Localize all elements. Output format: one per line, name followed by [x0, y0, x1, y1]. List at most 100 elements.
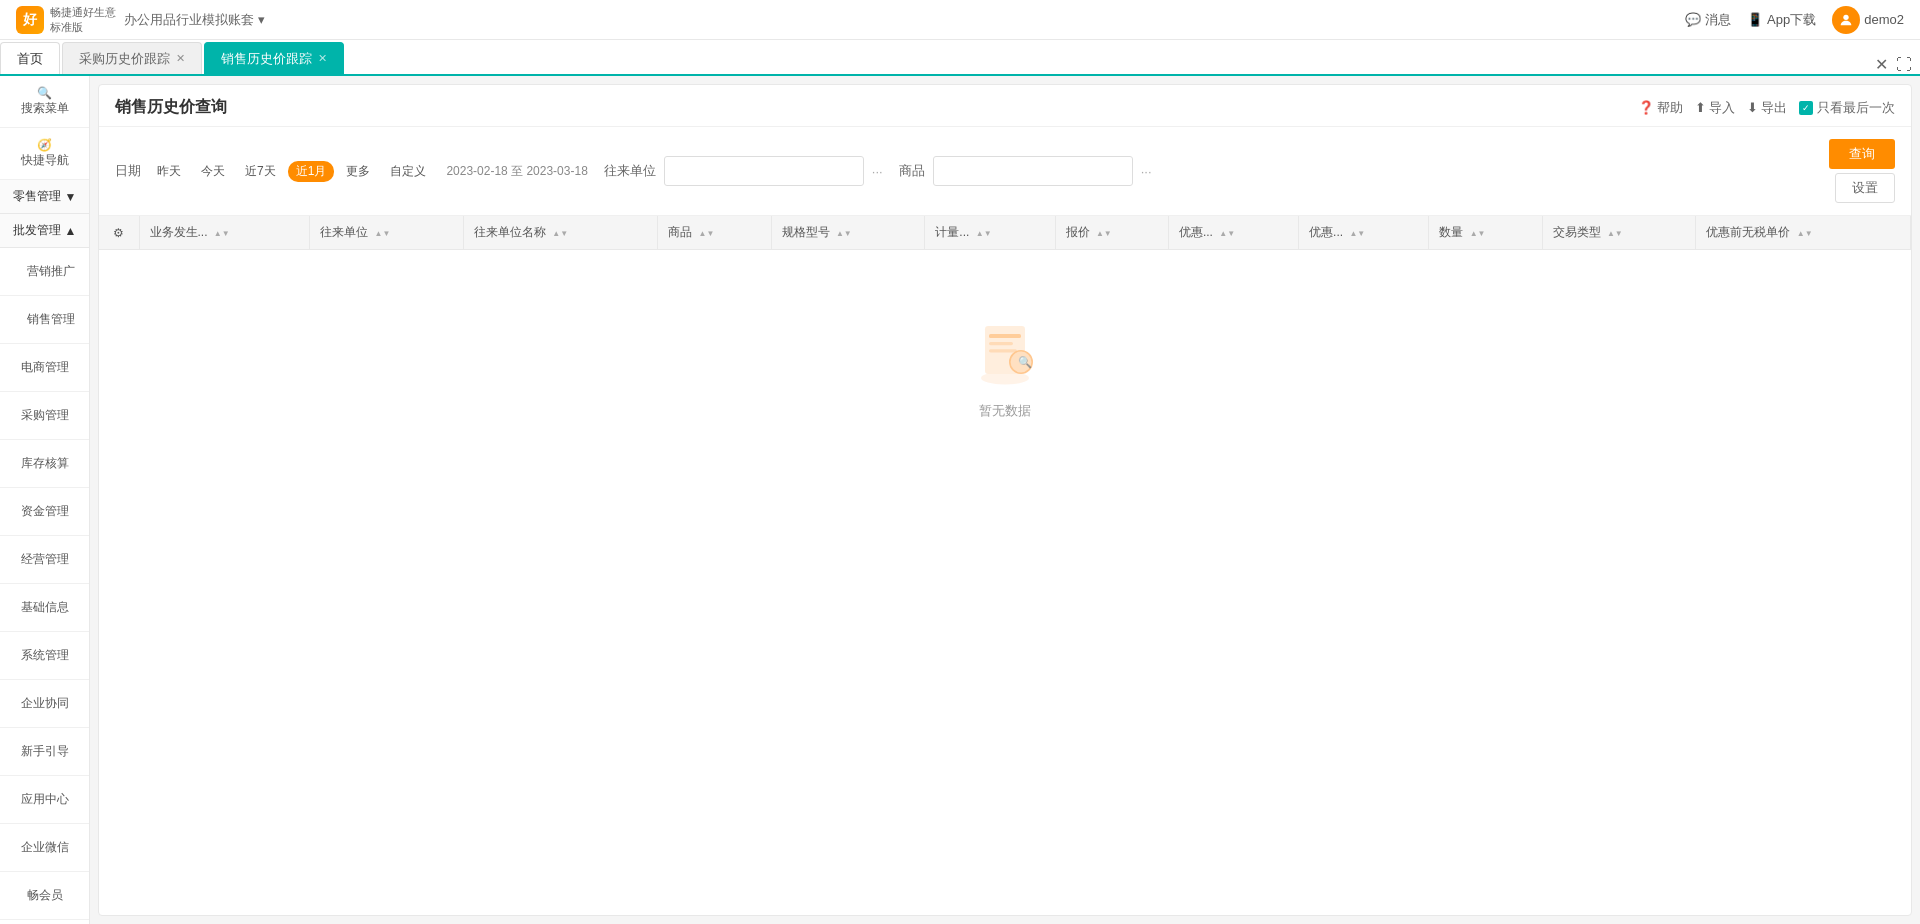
sidebar-item-finance[interactable]: 资金管理	[0, 488, 89, 536]
product-dots[interactable]: ···	[1141, 164, 1152, 179]
svg-point-0	[1844, 14, 1849, 19]
checkbox-icon: ✓	[1799, 101, 1813, 115]
date-option-today[interactable]: 今天	[193, 161, 233, 182]
tab-purchase-close[interactable]: ✕	[176, 52, 185, 65]
sidebar-item-enterprise[interactable]: 企业协同	[0, 680, 89, 728]
sidebar-item-sales-mgmt[interactable]: 销售管理	[0, 296, 89, 344]
sidebar-item-guide[interactable]: 新手引导	[0, 728, 89, 776]
sort-icon: ▲▼	[699, 229, 715, 238]
sidebar-item-inventory[interactable]: 库存核算	[0, 440, 89, 488]
th-product[interactable]: 商品 ▲▼	[658, 216, 771, 250]
th-unit[interactable]: 计量... ▲▼	[925, 216, 1055, 250]
import-action[interactable]: ⬆ 导入	[1695, 99, 1735, 117]
sort-icon: ▲▼	[214, 229, 230, 238]
export-action[interactable]: ⬇ 导出	[1747, 99, 1787, 117]
date-option-more[interactable]: 更多	[338, 161, 378, 182]
tab-bar: 首页 采购历史价跟踪 ✕ 销售历史价跟踪 ✕ ✕ ⛶	[0, 40, 1920, 76]
chevron-down-icon: ▾	[258, 12, 265, 27]
sidebar-item-quick[interactable]: 🧭 快捷导航	[0, 128, 89, 180]
product-input[interactable]	[933, 156, 1133, 186]
page-title: 销售历史价查询	[115, 97, 227, 118]
partner-dots[interactable]: ···	[872, 164, 883, 179]
sort-icon: ▲▼	[836, 229, 852, 238]
content-area: 销售历史价查询 ❓ 帮助 ⬆ 导入 ⬇ 导出 ✓	[90, 76, 1920, 924]
import-icon: ⬆	[1695, 100, 1706, 115]
sidebar-item-ecommerce[interactable]: 电商管理	[0, 344, 89, 392]
th-biz-date[interactable]: 业务发生... ▲▼	[139, 216, 310, 250]
sidebar-item-system[interactable]: 系统管理	[0, 632, 89, 680]
date-options: 昨天 今天 近7天 近1月 更多 自定义	[149, 161, 434, 182]
query-button[interactable]: 查询	[1829, 139, 1895, 169]
page-container: 销售历史价查询 ❓ 帮助 ⬆ 导入 ⬇ 导出 ✓	[98, 84, 1912, 916]
account-selector[interactable]: 办公用品行业模拟账套 ▾	[124, 11, 265, 29]
gear-icon[interactable]: ⚙	[113, 226, 124, 240]
svg-rect-3	[989, 334, 1021, 338]
close-window-icon[interactable]: ✕	[1875, 55, 1888, 74]
th-discount2[interactable]: 优惠... ▲▼	[1299, 216, 1429, 250]
th-partner-name[interactable]: 往来单位名称 ▲▼	[463, 216, 657, 250]
sidebar-item-search[interactable]: 🔍 搜索菜单	[0, 76, 89, 128]
sidebar-item-wechat[interactable]: 企业微信	[0, 824, 89, 872]
partner-label: 往来单位	[604, 162, 656, 180]
empty-state: 🔍 暂无数据	[99, 250, 1911, 480]
date-option-7days[interactable]: 近7天	[237, 161, 284, 182]
filter-right-actions: 查询 设置	[1829, 139, 1895, 203]
sort-icon: ▲▼	[1349, 229, 1365, 238]
user-profile-action[interactable]: demo2	[1832, 6, 1904, 34]
setting-button[interactable]: 设置	[1835, 173, 1895, 203]
search-icon: 🔍	[37, 86, 52, 100]
product-label: 商品	[899, 162, 925, 180]
sidebar: 🔍 搜索菜单 🧭 快捷导航 零售管理 ▼ 批发管理 ▲ 营销推广 销售管理 电商…	[0, 76, 90, 924]
message-icon: 💬	[1685, 12, 1701, 27]
sidebar-item-retail[interactable]: 零售管理 ▼	[0, 180, 89, 214]
product-filter-group: 商品 ···	[899, 156, 1152, 186]
sidebar-item-operations[interactable]: 经营管理	[0, 536, 89, 584]
tab-sales[interactable]: 销售历史价跟踪 ✕	[204, 42, 344, 74]
sidebar-item-member[interactable]: 畅会员	[0, 872, 89, 920]
message-action[interactable]: 💬 消息	[1685, 11, 1731, 29]
date-option-custom[interactable]: 自定义	[382, 161, 434, 182]
date-filter-group: 日期 昨天 今天 近7天 近1月 更多 自定义 2023-02-18 至 202…	[115, 161, 588, 182]
app-download-action[interactable]: 📱 App下载	[1747, 11, 1816, 29]
th-qty[interactable]: 数量 ▲▼	[1429, 216, 1542, 250]
tab-home[interactable]: 首页	[0, 42, 60, 74]
maximize-icon[interactable]: ⛶	[1896, 56, 1912, 74]
partner-input[interactable]	[664, 156, 864, 186]
sidebar-item-purchase[interactable]: 采购管理	[0, 392, 89, 440]
page-actions: ❓ 帮助 ⬆ 导入 ⬇ 导出 ✓ 只看最后一次	[1638, 99, 1895, 117]
sort-icon: ▲▼	[552, 229, 568, 238]
filter-bar: 日期 昨天 今天 近7天 近1月 更多 自定义 2023-02-18 至 202…	[99, 127, 1911, 216]
help-action[interactable]: ❓ 帮助	[1638, 99, 1683, 117]
sort-icon: ▲▼	[1219, 229, 1235, 238]
sort-icon: ▲▼	[1797, 229, 1813, 238]
header-left: 好 畅捷通好生意 标准版 办公用品行业模拟账套 ▾	[16, 5, 265, 34]
chevron-up-icon: ▲	[65, 224, 77, 238]
sidebar-item-marketing[interactable]: 营销推广	[0, 248, 89, 296]
top-header: 好 畅捷通好生意 标准版 办公用品行业模拟账套 ▾ 💬 消息 📱 App下载 d…	[0, 0, 1920, 40]
th-gear[interactable]: ⚙	[99, 216, 139, 250]
partner-filter-group: 往来单位 ···	[604, 156, 883, 186]
th-partner[interactable]: 往来单位 ▲▼	[310, 216, 464, 250]
tab-bar-actions: ✕ ⛶	[1867, 55, 1920, 74]
th-no-tax-price[interactable]: 优惠前无税单价 ▲▼	[1696, 216, 1911, 250]
th-price[interactable]: 报价 ▲▼	[1055, 216, 1168, 250]
date-option-1month[interactable]: 近1月	[288, 161, 335, 182]
sidebar-item-app-center[interactable]: 应用中心	[0, 776, 89, 824]
phone-icon: 📱	[1747, 12, 1763, 27]
sidebar-item-wholesale[interactable]: 批发管理 ▲	[0, 214, 89, 248]
svg-rect-5	[989, 349, 1017, 352]
last-once-checkbox[interactable]: ✓ 只看最后一次	[1799, 99, 1895, 117]
data-table: ⚙ 业务发生... ▲▼ 往来单位 ▲▼ 往来单位名称	[99, 216, 1911, 250]
th-trans-type[interactable]: 交易类型 ▲▼	[1542, 216, 1696, 250]
th-discount1[interactable]: 优惠... ▲▼	[1168, 216, 1298, 250]
tab-sales-close[interactable]: ✕	[318, 52, 327, 65]
sort-icon: ▲▼	[375, 229, 391, 238]
nav-icon: 🧭	[37, 138, 52, 152]
tab-purchase[interactable]: 采购历史价跟踪 ✕	[62, 42, 202, 74]
date-option-yesterday[interactable]: 昨天	[149, 161, 189, 182]
sidebar-item-basic[interactable]: 基础信息	[0, 584, 89, 632]
sort-icon: ▲▼	[1470, 229, 1486, 238]
th-spec[interactable]: 规格型号 ▲▼	[771, 216, 925, 250]
logo-icon: 好	[16, 6, 44, 34]
sort-icon: ▲▼	[976, 229, 992, 238]
